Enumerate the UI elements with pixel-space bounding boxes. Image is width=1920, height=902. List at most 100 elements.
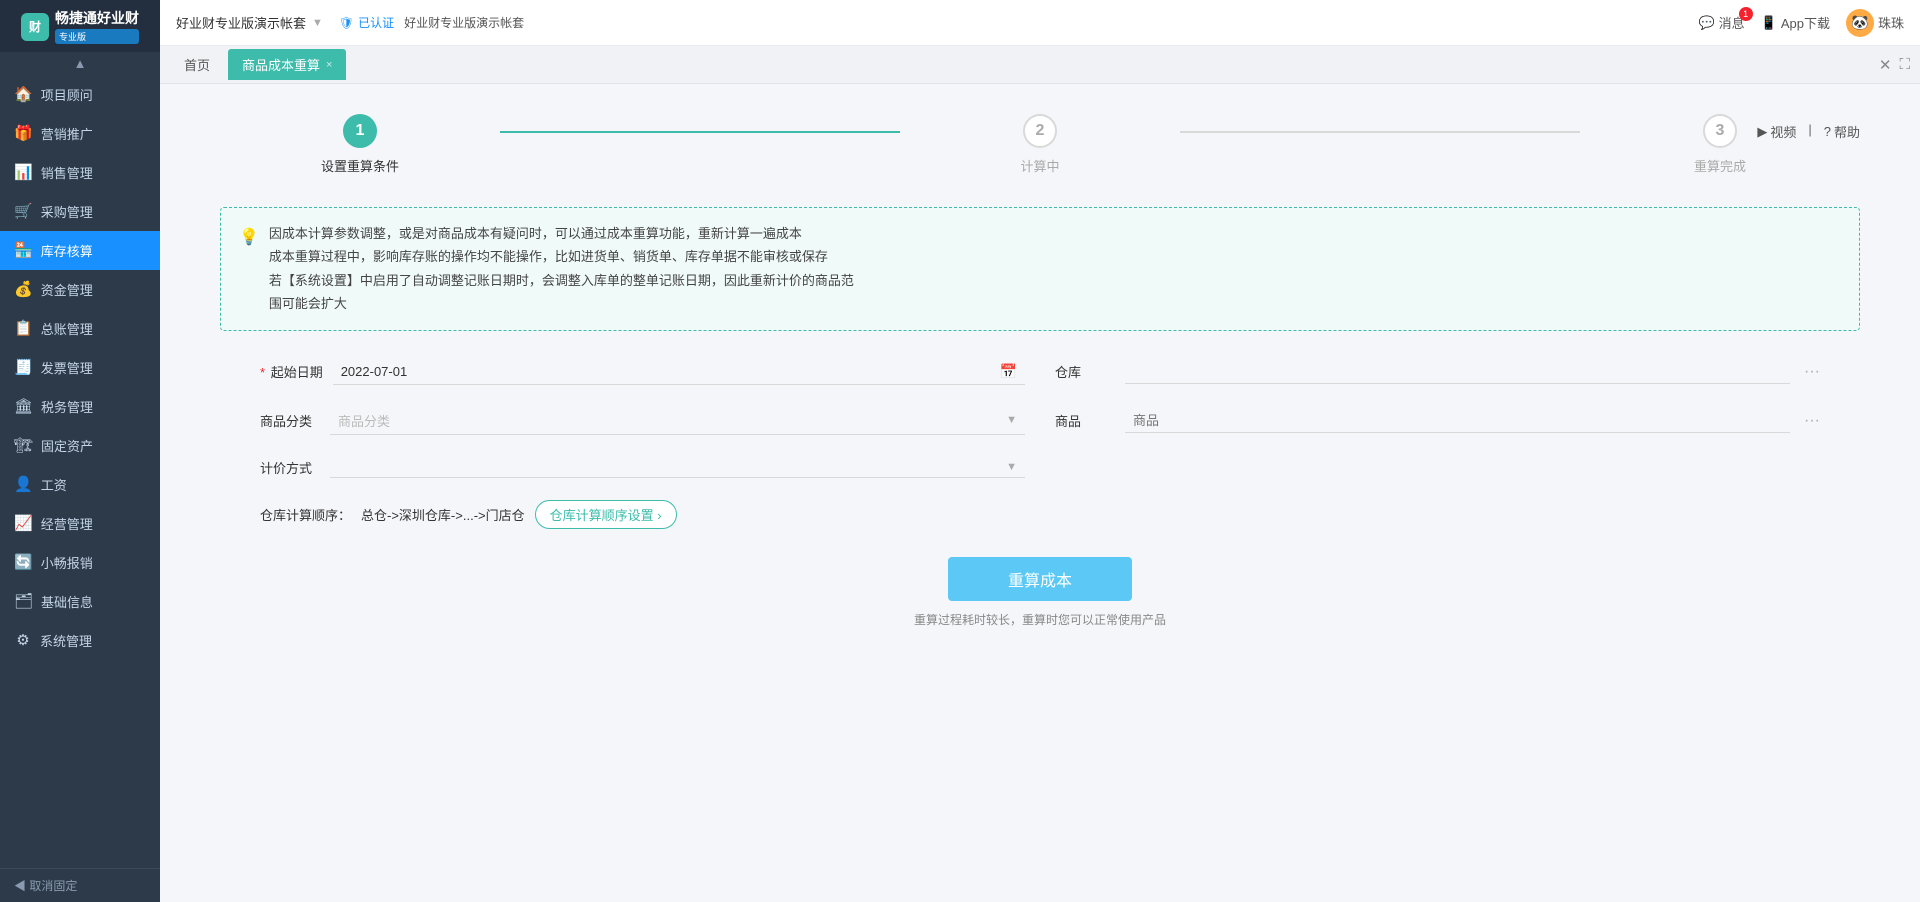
expense-icon: 🔄: [14, 553, 33, 571]
warehouse-order-prefix: 仓库计算顺序：: [260, 505, 351, 524]
info-icon: 💡: [239, 224, 259, 316]
sidebar-item-label: 发票管理: [41, 358, 93, 377]
step-1-num: 1: [356, 122, 365, 140]
sidebar-item-purchase[interactable]: 🛒 采购管理: [0, 192, 160, 231]
sidebar-item-salary[interactable]: 👤 工资: [0, 465, 160, 504]
recalc-section: 重算成本 重算过程耗时较长，重算时您可以正常使用产品: [220, 557, 1860, 628]
warehouse-order-settings-button[interactable]: 仓库计算顺序设置 ›: [535, 500, 677, 529]
step-line-2: [1180, 131, 1580, 133]
expand-window-button[interactable]: ⛶: [1899, 56, 1910, 73]
tab-home[interactable]: 首页: [170, 49, 224, 80]
assets-icon: 🏗: [14, 436, 33, 454]
sidebar-item-finance[interactable]: 💰 资金管理: [0, 270, 160, 309]
sidebar-item-project[interactable]: 🏠 项目顾问: [0, 75, 160, 114]
product-input[interactable]: [1133, 413, 1782, 428]
calendar-icon[interactable]: 📅: [1000, 363, 1017, 380]
sidebar-item-system[interactable]: ⚙ 系统管理: [0, 621, 160, 660]
step-1-label: 设置重算条件: [321, 156, 399, 175]
warehouse-input-wrapper[interactable]: [1125, 360, 1790, 384]
tab-close-button[interactable]: ×: [326, 59, 332, 71]
warehouse-input[interactable]: [1133, 364, 1782, 379]
sidebar-item-inventory[interactable]: 🏪 库存核算: [0, 231, 160, 270]
start-date-input[interactable]: [341, 364, 1000, 379]
video-link[interactable]: ▶ 视频: [1757, 122, 1796, 141]
sidebar-item-sales[interactable]: 📊 销售管理: [0, 153, 160, 192]
sidebar-item-invoice[interactable]: 🧾 发票管理: [0, 348, 160, 387]
message-icon: 💬: [1698, 15, 1714, 31]
info-line-2: 成本重算过程中，影响库存账的操作均不能操作，比如进货单、销货单、库存单据不能审核…: [269, 245, 854, 268]
step-3-label: 重算完成: [1694, 156, 1746, 175]
phone-icon: 📱: [1761, 15, 1777, 31]
sidebar-item-accounting[interactable]: 📋 总账管理: [0, 309, 160, 348]
form-row-2: 商品分类 商品分类 ▼ 商品 ···: [260, 407, 1820, 435]
avatar: 🐼: [1846, 9, 1874, 37]
step-2-label: 计算中: [1020, 156, 1059, 175]
info-box: 💡 因成本计算参数调整，或是对商品成本有疑问时，可以通过成本重算功能，重新计算一…: [220, 207, 1860, 331]
category-field: 商品分类 商品分类 ▼: [260, 407, 1025, 435]
close-window-button[interactable]: ✕: [1879, 56, 1892, 74]
tab-home-label: 首页: [184, 55, 210, 74]
step-3-num: 3: [1716, 122, 1725, 140]
pricing-dropdown-icon: ▼: [1006, 461, 1017, 473]
sidebar-item-label: 基础信息: [41, 592, 93, 611]
sidebar-item-tax[interactable]: 🏛 税务管理: [0, 387, 160, 426]
sidebar-pin-toggle[interactable]: ◀ 取消固定: [0, 868, 160, 902]
sidebar-item-assets[interactable]: 🏗 固定资产: [0, 426, 160, 465]
finance-icon: 💰: [14, 280, 33, 298]
warehouse-order-value: 总仓->深圳仓库->...->门店仓: [361, 505, 525, 524]
sidebar-item-label: 资金管理: [41, 280, 93, 299]
sidebar-item-operation[interactable]: 📈 经营管理: [0, 504, 160, 543]
sidebar-item-marketing[interactable]: 🎁 营销推广: [0, 114, 160, 153]
form-section: * 起始日期 📅 仓库 ···: [220, 359, 1860, 529]
invoice-icon: 🧾: [14, 358, 33, 376]
form-row-3: 计价方式 ▼: [260, 457, 1820, 478]
project-icon: 🏠: [14, 85, 33, 103]
sales-icon: 📊: [14, 163, 33, 181]
warehouse-field: 仓库 ···: [1055, 360, 1820, 384]
user-name: 珠珠: [1878, 13, 1904, 32]
category-label: 商品分类: [260, 411, 320, 430]
recalc-button[interactable]: 重算成本: [948, 557, 1132, 601]
step-1: 1 设置重算条件: [220, 114, 500, 175]
shield-icon: 🛡: [339, 16, 354, 30]
inventory-icon: 🏪: [14, 241, 33, 259]
salary-icon: 👤: [14, 475, 33, 493]
warehouse-order-btn-label: 仓库计算顺序设置 ›: [550, 505, 662, 524]
step-2-num: 2: [1036, 122, 1045, 140]
sidebar-item-expense[interactable]: 🔄 小畅报销: [0, 543, 160, 582]
sidebar-pin-label: ◀ 取消固定: [14, 877, 77, 894]
message-button[interactable]: 💬 消息 1: [1698, 13, 1744, 32]
play-icon: ▶: [1757, 124, 1767, 140]
help-link[interactable]: ? 帮助: [1824, 122, 1860, 141]
tab-recalculate[interactable]: 商品成本重算 ×: [228, 49, 346, 80]
info-line-4: 围可能会扩大: [269, 292, 854, 315]
main-area: 好业财专业版演示帐套 ▼ 🛡 已认证 好业财专业版演示帐套 💬 消息 1 📱 A…: [160, 0, 1920, 902]
tax-icon: 🏛: [14, 397, 33, 415]
start-date-input-wrapper[interactable]: 📅: [333, 359, 1025, 385]
app-logo-icon: 财: [21, 13, 49, 41]
sidebar-item-label: 工资: [41, 475, 67, 494]
app-download-label: App下载: [1781, 13, 1830, 32]
verified-account-name: 好业财专业版演示帐套: [404, 14, 524, 31]
sidebar: 财 畅捷通好业财 专业版 ▲ 🏠 项目顾问 🎁 营销推广 📊 销售管理 🛒 采购…: [0, 0, 160, 902]
category-select[interactable]: 商品分类 ▼: [330, 407, 1025, 435]
sidebar-item-label: 销售管理: [41, 163, 93, 182]
account-selector[interactable]: 好业财专业版演示帐套 ▼: [176, 13, 323, 32]
product-input-wrapper[interactable]: [1125, 409, 1790, 433]
app-download-button[interactable]: 📱 App下载: [1761, 13, 1830, 32]
product-field: 商品 ···: [1055, 409, 1820, 433]
warehouse-more-btn[interactable]: ···: [1804, 363, 1820, 381]
sidebar-logo: 财 畅捷通好业财 专业版: [0, 0, 160, 52]
category-dropdown-icon: ▼: [1006, 414, 1017, 426]
pricing-select[interactable]: ▼: [330, 457, 1025, 478]
account-dropdown-icon[interactable]: ▼: [312, 17, 323, 29]
warehouse-label: 仓库: [1055, 362, 1115, 381]
sidebar-item-basic[interactable]: 🗂 基础信息: [0, 582, 160, 621]
product-more-btn[interactable]: ···: [1804, 412, 1820, 430]
info-line-3: 若【系统设置】中启用了自动调整记账日期时，会调整入库单的整单记账日期，因此重新计…: [269, 269, 854, 292]
sidebar-item-label: 营销推广: [41, 124, 93, 143]
sidebar-scroll-up[interactable]: ▲: [0, 52, 160, 75]
account-name: 好业财专业版演示帐套: [176, 13, 306, 32]
purchase-icon: 🛒: [14, 202, 33, 220]
user-menu[interactable]: 🐼 珠珠: [1846, 9, 1904, 37]
